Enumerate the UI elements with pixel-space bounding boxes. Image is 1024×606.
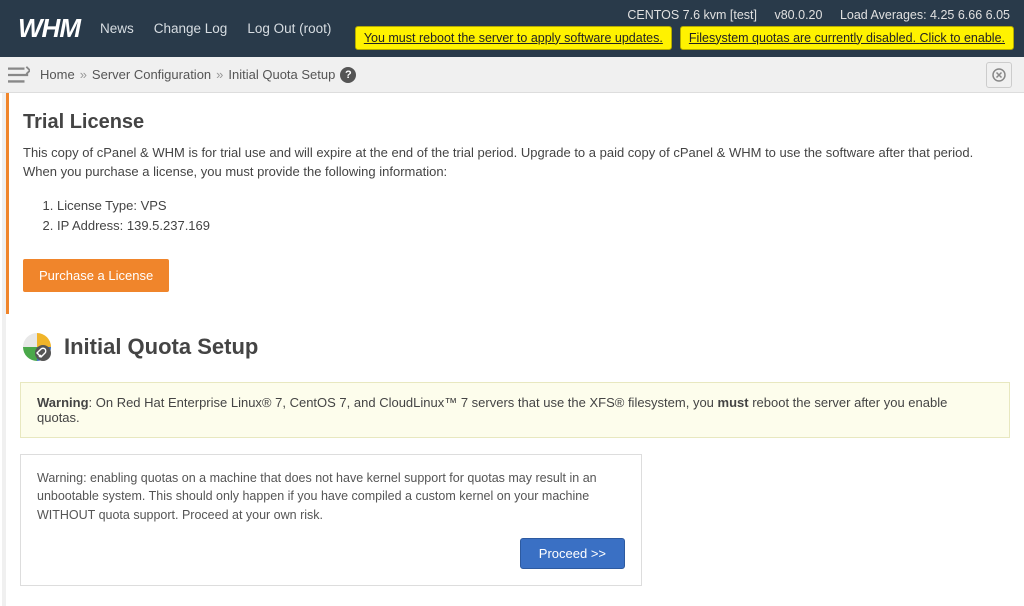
breadcrumb-sep: » (80, 67, 87, 82)
stat-version: v80.0.20 (774, 8, 822, 22)
trial-body-1: This copy of cPanel & WHM is for trial u… (23, 145, 973, 160)
page-title-row: Initial Quota Setup (6, 324, 1024, 382)
trial-license-type: License Type: VPS (57, 196, 1006, 217)
breadcrumb-sep: » (216, 67, 223, 82)
quota-setup-icon (20, 330, 54, 364)
close-icon (992, 68, 1006, 82)
nav-news[interactable]: News (100, 21, 134, 36)
warning-text-1: : On Red Hat Enterprise Linux® 7, CentOS… (89, 395, 718, 410)
main-content: Trial License This copy of cPanel & WHM … (2, 93, 1024, 606)
nav-logout[interactable]: Log Out (root) (247, 21, 331, 36)
trial-description: This copy of cPanel & WHM is for trial u… (23, 144, 1006, 182)
purchase-license-button[interactable]: Purchase a License (23, 259, 169, 292)
alert-quota[interactable]: Filesystem quotas are currently disabled… (680, 26, 1014, 50)
breadcrumb-bar: Home » Server Configuration » Initial Qu… (0, 57, 1024, 93)
alert-quota-text: Filesystem quotas are currently disabled… (689, 31, 920, 45)
trial-ip-address: IP Address: 139.5.237.169 (57, 216, 1006, 237)
breadcrumb-home[interactable]: Home (40, 67, 75, 82)
trial-heading: Trial License (23, 111, 1006, 134)
warning-label: Warning (37, 395, 89, 410)
stat-os: CENTOS 7.6 kvm [test] (627, 8, 757, 22)
warning-must: must (718, 395, 749, 410)
breadcrumb-section[interactable]: Server Configuration (92, 67, 211, 82)
menu-toggle-icon[interactable] (8, 66, 30, 84)
close-button[interactable] (986, 62, 1012, 88)
alert-bar: You must reboot the server to apply soft… (355, 26, 1014, 50)
alert-quota-link[interactable]: Click to enable. (920, 31, 1005, 45)
proceed-warning-text: Warning: enabling quotas on a machine th… (37, 469, 625, 523)
top-bar: WHM News Change Log Log Out (root) CENTO… (0, 0, 1024, 57)
whm-logo: WHM (0, 13, 98, 44)
top-right: CENTOS 7.6 kvm [test] v80.0.20 Load Aver… (355, 8, 1014, 50)
alert-reboot[interactable]: You must reboot the server to apply soft… (355, 26, 672, 50)
trial-license-box: Trial License This copy of cPanel & WHM … (6, 93, 1024, 314)
nav-changelog[interactable]: Change Log (154, 21, 228, 36)
breadcrumb-current: Initial Quota Setup (228, 67, 335, 82)
proceed-button[interactable]: Proceed >> (520, 538, 625, 569)
warning-banner: Warning: On Red Hat Enterprise Linux® 7,… (20, 382, 1010, 438)
server-stats: CENTOS 7.6 kvm [test] v80.0.20 Load Aver… (355, 8, 1014, 22)
top-nav: News Change Log Log Out (root) (100, 21, 331, 36)
proceed-box: Warning: enabling quotas on a machine th… (20, 454, 642, 585)
trial-body-2: When you purchase a license, you must pr… (23, 164, 447, 179)
trial-info-list: License Type: VPS IP Address: 139.5.237.… (57, 196, 1006, 238)
stat-load: Load Averages: 4.25 6.66 6.05 (840, 8, 1010, 22)
page-title: Initial Quota Setup (64, 334, 258, 360)
help-icon[interactable]: ? (340, 67, 356, 83)
